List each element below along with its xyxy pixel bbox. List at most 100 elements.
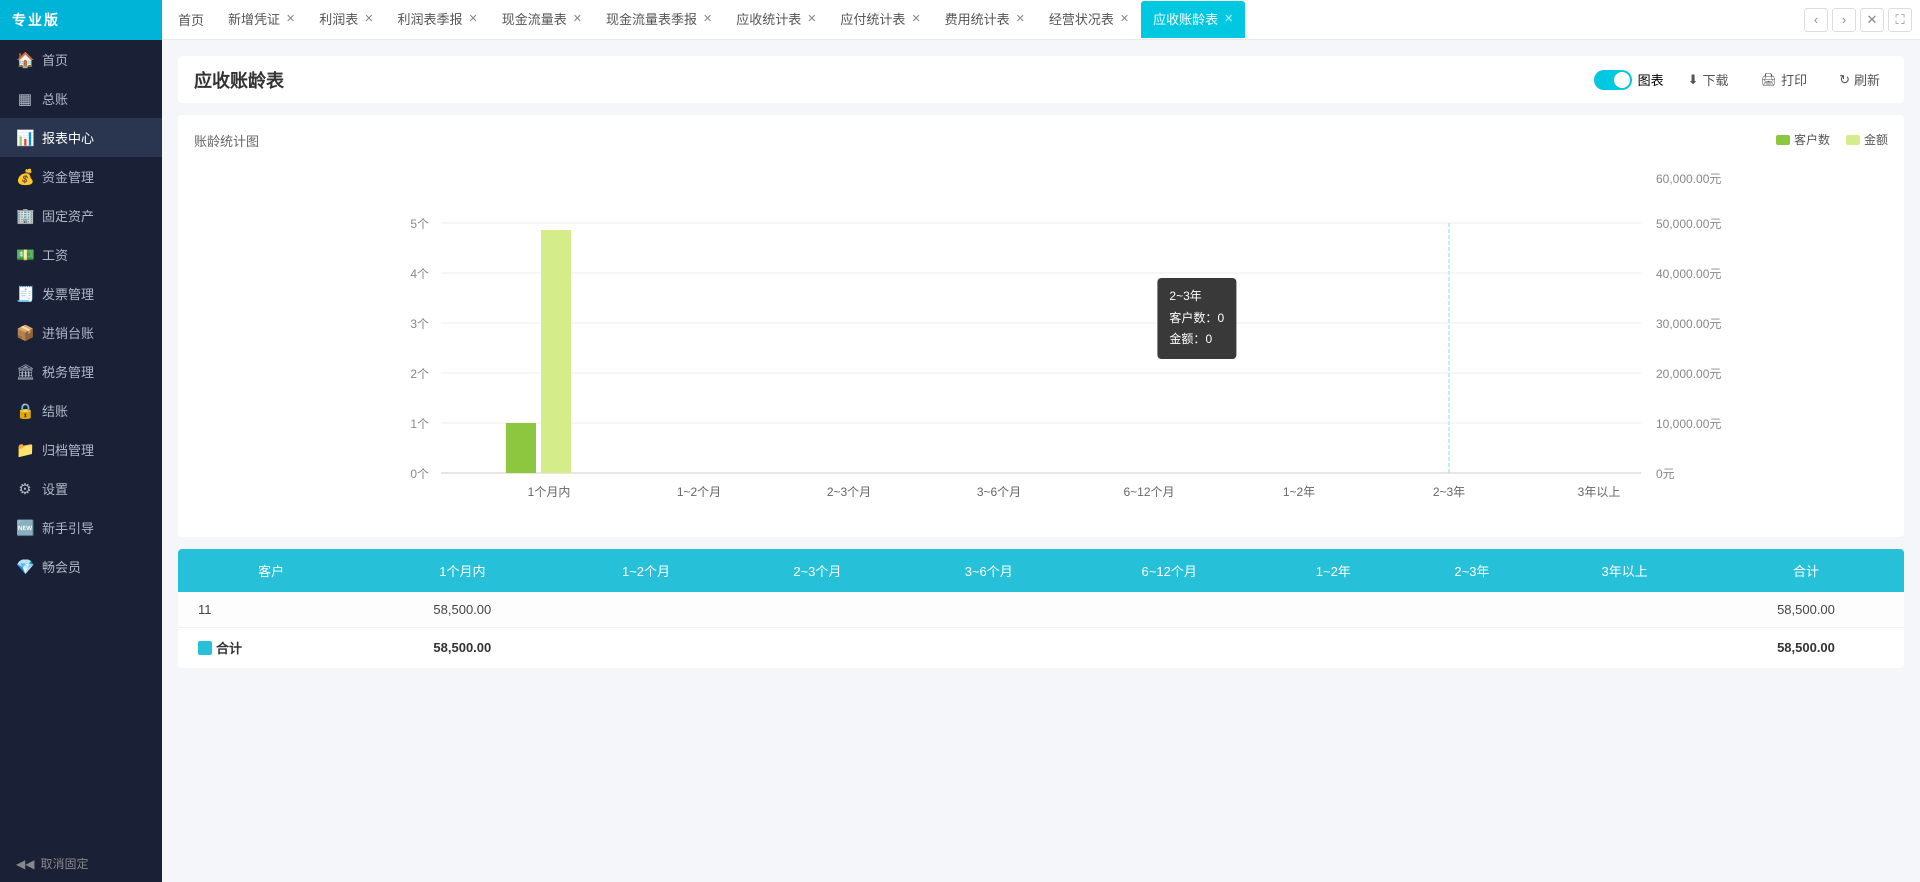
tab-ar-stats-close[interactable]: ✕	[807, 12, 816, 25]
cell-m5	[1074, 592, 1264, 628]
tab-expand-btn[interactable]: ⛶	[1888, 8, 1912, 32]
tab-business[interactable]: 经营状况表 ✕	[1037, 1, 1141, 38]
tab-cashflow-quarter[interactable]: 现金流量表季报 ✕	[594, 1, 724, 38]
vip-icon: 💎	[16, 558, 34, 576]
page-actions: 图表 ⬇ 下载 🖨 打印 ↻ 刷新	[1594, 66, 1888, 93]
legend-customer-color	[1776, 135, 1790, 145]
tab-cashflow-quarter-label: 现金流量表季报	[606, 9, 697, 28]
footer-label: 合计	[178, 628, 364, 668]
cell-m7	[1403, 592, 1542, 628]
sidebar-item-report[interactable]: 📊 报表中心	[0, 118, 162, 157]
footer-m3	[732, 628, 903, 668]
print-button[interactable]: 🖨 打印	[1753, 66, 1816, 93]
tab-prev-btn[interactable]: ‹	[1804, 8, 1828, 32]
table-wrap: 客户 1个月内 1~2个月 2~3个月 3~6个月 6~12个月 1~2年 2~…	[178, 549, 1904, 668]
tab-close-all-btn[interactable]: ✕	[1860, 8, 1884, 32]
cell-m4	[903, 592, 1074, 628]
sidebar-item-closing[interactable]: 🔒 结账	[0, 391, 162, 430]
cell-customer: 11	[178, 592, 364, 628]
tab-home[interactable]: 首页	[166, 2, 216, 37]
report-icon: 📊	[16, 129, 34, 147]
sidebar-unpin[interactable]: ◀◀ 取消固定	[0, 845, 162, 882]
tab-profit-close[interactable]: ✕	[364, 12, 373, 25]
total-icon-square	[198, 641, 212, 655]
tab-ar-stats[interactable]: 应收统计表 ✕	[724, 1, 828, 38]
svg-text:2个: 2个	[410, 367, 429, 381]
sidebar-item-invoice[interactable]: 🧾 发票管理	[0, 274, 162, 313]
print-icon: 🖨	[1761, 72, 1778, 88]
legend-customer: 客户数	[1776, 131, 1830, 148]
tab-cashflow-quarter-close[interactable]: ✕	[703, 12, 712, 25]
chart-title: 账龄统计图	[194, 131, 1888, 150]
tab-ap-stats[interactable]: 应付统计表 ✕	[828, 1, 932, 38]
refresh-button[interactable]: ↻ 刷新	[1831, 66, 1888, 93]
tab-expense-close[interactable]: ✕	[1016, 12, 1025, 25]
download-button[interactable]: ⬇ 下载	[1680, 66, 1737, 93]
svg-text:40,000.00元: 40,000.00元	[1656, 267, 1721, 281]
sidebar-item-tax[interactable]: 🏛 税务管理	[0, 352, 162, 391]
tab-ar-aging[interactable]: 应收账龄表 ✕	[1141, 1, 1245, 38]
cell-m3	[732, 592, 903, 628]
page-title: 应收账龄表	[194, 67, 284, 93]
chart-legend: 客户数 金额	[1776, 131, 1888, 148]
refresh-icon: ↻	[1839, 72, 1850, 88]
sidebar-item-ledger[interactable]: ▦ 总账	[0, 79, 162, 118]
tab-ap-stats-close[interactable]: ✕	[911, 12, 920, 25]
svg-text:1个: 1个	[410, 417, 429, 431]
tab-profit-quarter-close[interactable]: ✕	[469, 12, 478, 25]
bar-m1-amount	[541, 230, 571, 473]
sidebar-item-vip[interactable]: 💎 畅会员	[0, 547, 162, 586]
footer-label-text: 合计	[216, 638, 242, 657]
tab-profit-quarter[interactable]: 利润表季报 ✕	[385, 1, 489, 38]
footer-m6	[1264, 628, 1403, 668]
tab-business-close[interactable]: ✕	[1120, 12, 1129, 25]
sidebar-item-label: 固定资产	[42, 206, 94, 225]
sidebar-item-sales[interactable]: 📦 进销台账	[0, 313, 162, 352]
tab-cashflow-close[interactable]: ✕	[573, 12, 582, 25]
legend-customer-label: 客户数	[1794, 131, 1830, 148]
sidebar-item-asset[interactable]: 🏢 固定资产	[0, 196, 162, 235]
fund-icon: 💰	[16, 168, 34, 186]
chart-toggle[interactable]	[1594, 70, 1632, 90]
sidebar-item-fund[interactable]: 💰 资金管理	[0, 157, 162, 196]
download-label: 下载	[1703, 70, 1729, 89]
bar-m1-count	[506, 423, 536, 473]
cell-m6	[1264, 592, 1403, 628]
svg-text:2~3个月: 2~3个月	[827, 485, 871, 499]
svg-text:3~6个月: 3~6个月	[977, 485, 1021, 499]
sidebar-item-home[interactable]: 🏠 首页	[0, 40, 162, 79]
tab-voucher-label: 新增凭证	[228, 9, 280, 28]
footer-total: 58,500.00	[1708, 628, 1904, 668]
sidebar-item-payroll[interactable]: 💵 工资	[0, 235, 162, 274]
home-icon: 🏠	[16, 51, 34, 69]
sidebar-item-archive[interactable]: 📁 归档管理	[0, 430, 162, 469]
col-m8: 3年以上	[1541, 549, 1708, 592]
tax-icon: 🏛	[16, 363, 34, 381]
sidebar-item-label: 发票管理	[42, 284, 94, 303]
tab-ar-aging-close[interactable]: ✕	[1224, 12, 1233, 25]
tab-nav-buttons: ‹ › ✕ ⛶	[1804, 8, 1916, 32]
col-customer: 客户	[178, 549, 364, 592]
content-area: 应收账龄表 图表 ⬇ 下载 🖨 打印 ↻ 刷新	[162, 40, 1920, 882]
svg-text:6~12个月: 6~12个月	[1123, 485, 1174, 499]
tab-expense[interactable]: 费用统计表 ✕	[933, 1, 1037, 38]
tab-voucher[interactable]: 新增凭证 ✕	[216, 1, 307, 38]
legend-amount-label: 金额	[1864, 131, 1888, 148]
page-header: 应收账龄表 图表 ⬇ 下载 🖨 打印 ↻ 刷新	[178, 56, 1904, 103]
tab-profit[interactable]: 利润表 ✕	[307, 1, 385, 38]
sidebar-item-label: 设置	[42, 479, 68, 498]
tab-voucher-close[interactable]: ✕	[286, 12, 295, 25]
svg-text:1~2个月: 1~2个月	[677, 485, 721, 499]
footer-m4	[903, 628, 1074, 668]
cell-m1: 58,500.00	[364, 592, 560, 628]
sidebar-item-guide[interactable]: 🆕 新手引导	[0, 508, 162, 547]
svg-text:60,000.00元: 60,000.00元	[1656, 172, 1721, 186]
sidebar-item-settings[interactable]: ⚙ 设置	[0, 469, 162, 508]
tab-cashflow[interactable]: 现金流量表 ✕	[490, 1, 594, 38]
legend-amount: 金额	[1846, 131, 1888, 148]
sidebar-item-label: 新手引导	[42, 518, 94, 537]
tab-next-btn[interactable]: ›	[1832, 8, 1856, 32]
svg-text:0个: 0个	[410, 467, 429, 481]
svg-text:20,000.00元: 20,000.00元	[1656, 367, 1721, 381]
sidebar-item-label: 首页	[42, 50, 68, 69]
